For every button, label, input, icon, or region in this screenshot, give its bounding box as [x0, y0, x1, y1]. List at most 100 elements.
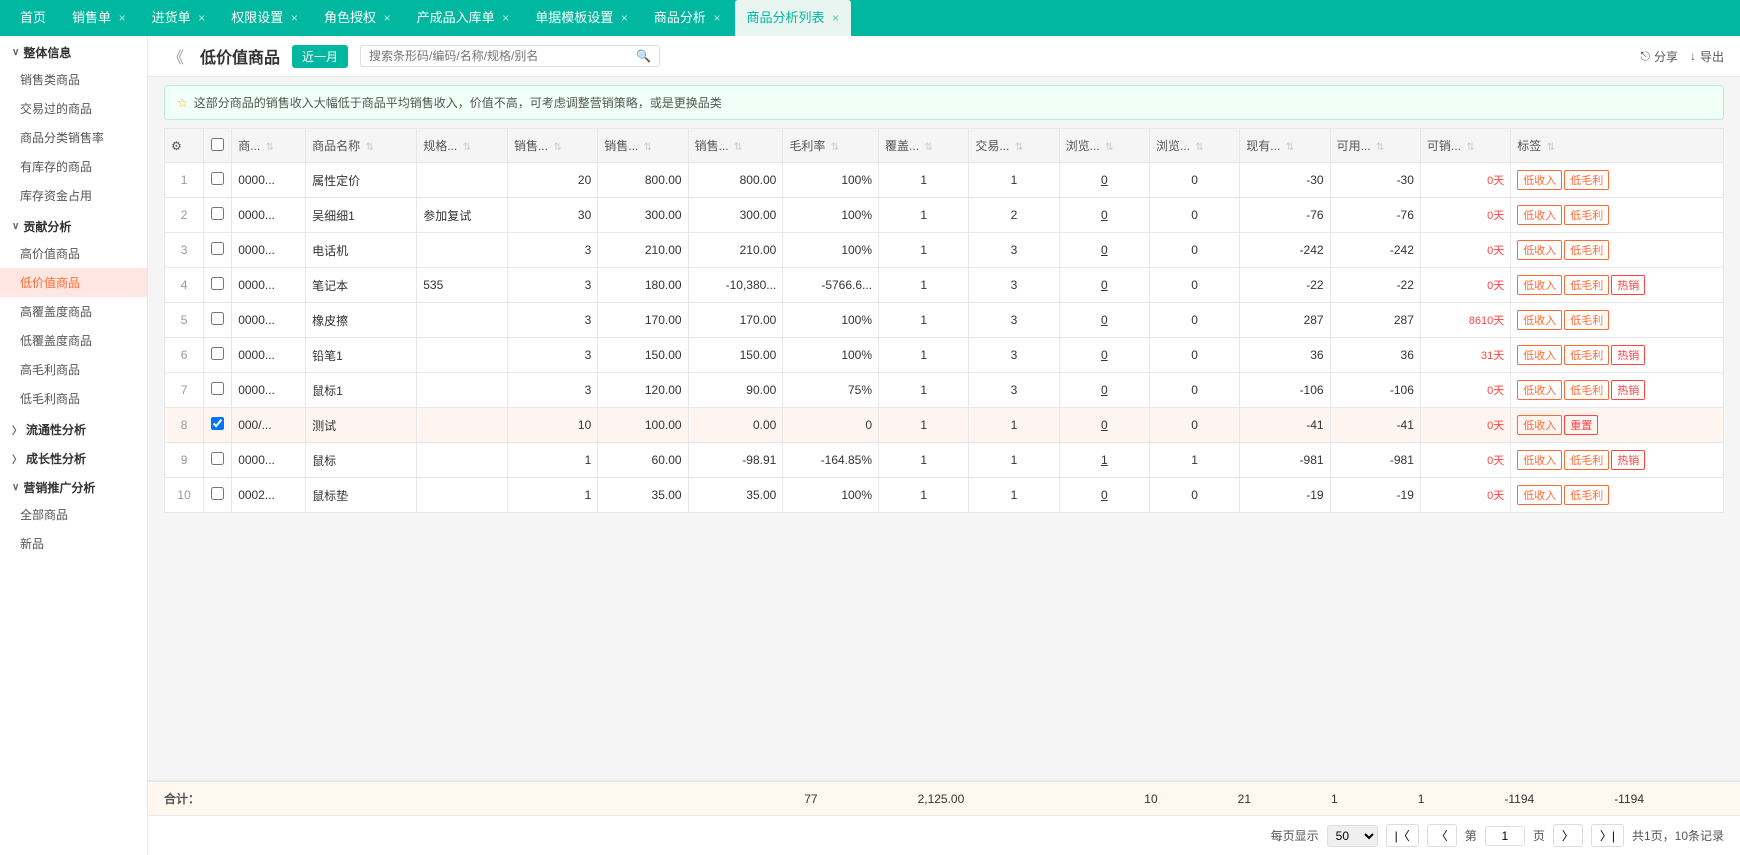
- select-all-checkbox[interactable]: [211, 138, 224, 151]
- search-icon[interactable]: 🔍: [636, 49, 651, 63]
- nav-product-analysis[interactable]: 商品分析 ×: [642, 0, 733, 36]
- first-page-button[interactable]: |〈: [1386, 824, 1419, 847]
- nav-finished-goods[interactable]: 产成品入库单 ×: [405, 0, 522, 36]
- sidebar-item-capital[interactable]: 库存资金占用: [0, 181, 147, 210]
- td-views1[interactable]: 0: [1059, 268, 1149, 303]
- th-current-stock[interactable]: 现有... ⇅: [1240, 129, 1330, 163]
- td-checkbox[interactable]: [204, 373, 232, 408]
- th-sales-qty[interactable]: 销售... ⇅: [507, 129, 597, 163]
- th-code[interactable]: 商... ⇅: [232, 129, 306, 163]
- td-views1[interactable]: 0: [1059, 303, 1149, 338]
- share-button[interactable]: ⎋ 分享: [1640, 48, 1678, 65]
- export-button[interactable]: ↓ 导出: [1690, 48, 1724, 65]
- nav-sales-order[interactable]: 销售单 ×: [60, 0, 138, 36]
- td-views1[interactable]: 0: [1059, 408, 1149, 443]
- td-num: 9: [165, 443, 204, 478]
- nav-product-analysis-list[interactable]: 商品分析列表 ×: [735, 0, 852, 36]
- td-checkbox[interactable]: [204, 408, 232, 443]
- sidebar-item-high-value[interactable]: 高价值商品: [0, 239, 147, 268]
- th-trades[interactable]: 交易... ⇅: [969, 129, 1059, 163]
- th-views1[interactable]: 浏览... ⇅: [1059, 129, 1149, 163]
- td-checkbox[interactable]: [204, 198, 232, 233]
- nav-home[interactable]: 首页: [8, 0, 58, 36]
- td-tags: 低收入低毛利热销: [1511, 268, 1724, 303]
- td-views1[interactable]: 0: [1059, 373, 1149, 408]
- last-page-button[interactable]: 〉|: [1591, 824, 1624, 847]
- td-views1[interactable]: 0: [1059, 198, 1149, 233]
- sidebar-item-sales-products[interactable]: 销售类商品: [0, 65, 147, 94]
- close-icon[interactable]: ×: [832, 11, 839, 25]
- page-input[interactable]: [1485, 826, 1525, 846]
- td-checkbox[interactable]: [204, 303, 232, 338]
- sidebar-item-low-margin[interactable]: 低毛利商品: [0, 384, 147, 413]
- sidebar-item-high-margin[interactable]: 高毛利商品: [0, 355, 147, 384]
- td-views1[interactable]: 0: [1059, 233, 1149, 268]
- table-wrapper[interactable]: ⚙ 商... ⇅ 商品名称 ⇅ 规格... ⇅ 销售... ⇅ 销售... ⇅ …: [148, 128, 1740, 780]
- th-tags[interactable]: 标签 ⇅: [1511, 129, 1724, 163]
- sidebar-item-low-value[interactable]: 低价值商品: [0, 268, 147, 297]
- th-available[interactable]: 可用... ⇅: [1330, 129, 1420, 163]
- close-icon[interactable]: ×: [119, 11, 126, 25]
- td-checkbox[interactable]: [204, 163, 232, 198]
- close-icon[interactable]: ×: [384, 11, 391, 25]
- td-views1[interactable]: 0: [1059, 478, 1149, 513]
- search-input[interactable]: [369, 49, 630, 63]
- row-checkbox[interactable]: [211, 417, 224, 430]
- sidebar-item-high-coverage[interactable]: 高覆盖度商品: [0, 297, 147, 326]
- th-gross-rate[interactable]: 毛利率 ⇅: [783, 129, 879, 163]
- th-name[interactable]: 商品名称 ⇅: [306, 129, 417, 163]
- table-row: 5 0000... 橡皮擦 3 170.00 170.00 100% 1 3 0…: [165, 303, 1724, 338]
- nav-role-auth[interactable]: 角色授权 ×: [312, 0, 403, 36]
- filter-period-button[interactable]: 近一月: [292, 45, 348, 68]
- info-bar: ☆ 这部分商品的销售收入大幅低于商品平均销售收入，价值不高，可考虑调整营销策略，…: [164, 85, 1724, 120]
- sidebar-item-low-coverage[interactable]: 低覆盖度商品: [0, 326, 147, 355]
- product-tag: 低收入: [1517, 345, 1562, 365]
- sidebar-group-overall[interactable]: ∨ 整体信息: [0, 36, 147, 65]
- td-views1[interactable]: 0: [1059, 163, 1149, 198]
- row-checkbox[interactable]: [211, 277, 224, 290]
- th-spec[interactable]: 规格... ⇅: [417, 129, 508, 163]
- sidebar-group-growth[interactable]: 〉 成长性分析: [0, 442, 147, 471]
- td-views1[interactable]: 0: [1059, 338, 1149, 373]
- th-sales-cost[interactable]: 销售... ⇅: [688, 129, 783, 163]
- td-checkbox[interactable]: [204, 233, 232, 268]
- nav-template[interactable]: 单据模板设置 ×: [523, 0, 640, 36]
- sidebar-group-contribution[interactable]: ∨ 贡献分析: [0, 210, 147, 239]
- sidebar-group-marketing[interactable]: ∨ 营销推广分析: [0, 471, 147, 500]
- next-page-button[interactable]: 〉: [1553, 824, 1583, 847]
- th-coverage[interactable]: 覆盖... ⇅: [879, 129, 969, 163]
- td-checkbox[interactable]: [204, 338, 232, 373]
- td-checkbox[interactable]: [204, 478, 232, 513]
- close-icon[interactable]: ×: [621, 11, 628, 25]
- td-checkbox[interactable]: [204, 443, 232, 478]
- td-checkbox[interactable]: [204, 268, 232, 303]
- per-page-select[interactable]: 50 100 200: [1327, 825, 1378, 847]
- row-checkbox[interactable]: [211, 452, 224, 465]
- sidebar-item-category-rate[interactable]: 商品分类销售率: [0, 123, 147, 152]
- th-views2[interactable]: 浏览... ⇅: [1149, 129, 1239, 163]
- nav-purchase-order[interactable]: 进货单 ×: [140, 0, 218, 36]
- sidebar-group-liquidity[interactable]: 〉 流通性分析: [0, 413, 147, 442]
- sidebar-item-all-products[interactable]: 全部商品: [0, 500, 147, 529]
- sidebar-item-in-stock[interactable]: 有库存的商品: [0, 152, 147, 181]
- sidebar-item-new-products[interactable]: 新品: [0, 529, 147, 558]
- close-icon[interactable]: ×: [198, 11, 205, 25]
- th-sellable[interactable]: 可销... ⇅: [1420, 129, 1510, 163]
- sidebar-collapse-button[interactable]: 《: [164, 44, 188, 68]
- close-icon[interactable]: ×: [713, 11, 720, 25]
- row-checkbox[interactable]: [211, 347, 224, 360]
- row-checkbox[interactable]: [211, 242, 224, 255]
- th-sales-amt[interactable]: 销售... ⇅: [598, 129, 688, 163]
- row-checkbox[interactable]: [211, 382, 224, 395]
- sidebar-item-traded-products[interactable]: 交易过的商品: [0, 94, 147, 123]
- nav-permission[interactable]: 权限设置 ×: [219, 0, 310, 36]
- row-checkbox[interactable]: [211, 207, 224, 220]
- row-checkbox[interactable]: [211, 312, 224, 325]
- close-icon[interactable]: ×: [502, 11, 509, 25]
- th-settings[interactable]: ⚙: [165, 129, 204, 163]
- row-checkbox[interactable]: [211, 487, 224, 500]
- td-views1[interactable]: 1: [1059, 443, 1149, 478]
- row-checkbox[interactable]: [211, 172, 224, 185]
- prev-page-button[interactable]: 〈: [1427, 824, 1457, 847]
- close-icon[interactable]: ×: [291, 11, 298, 25]
